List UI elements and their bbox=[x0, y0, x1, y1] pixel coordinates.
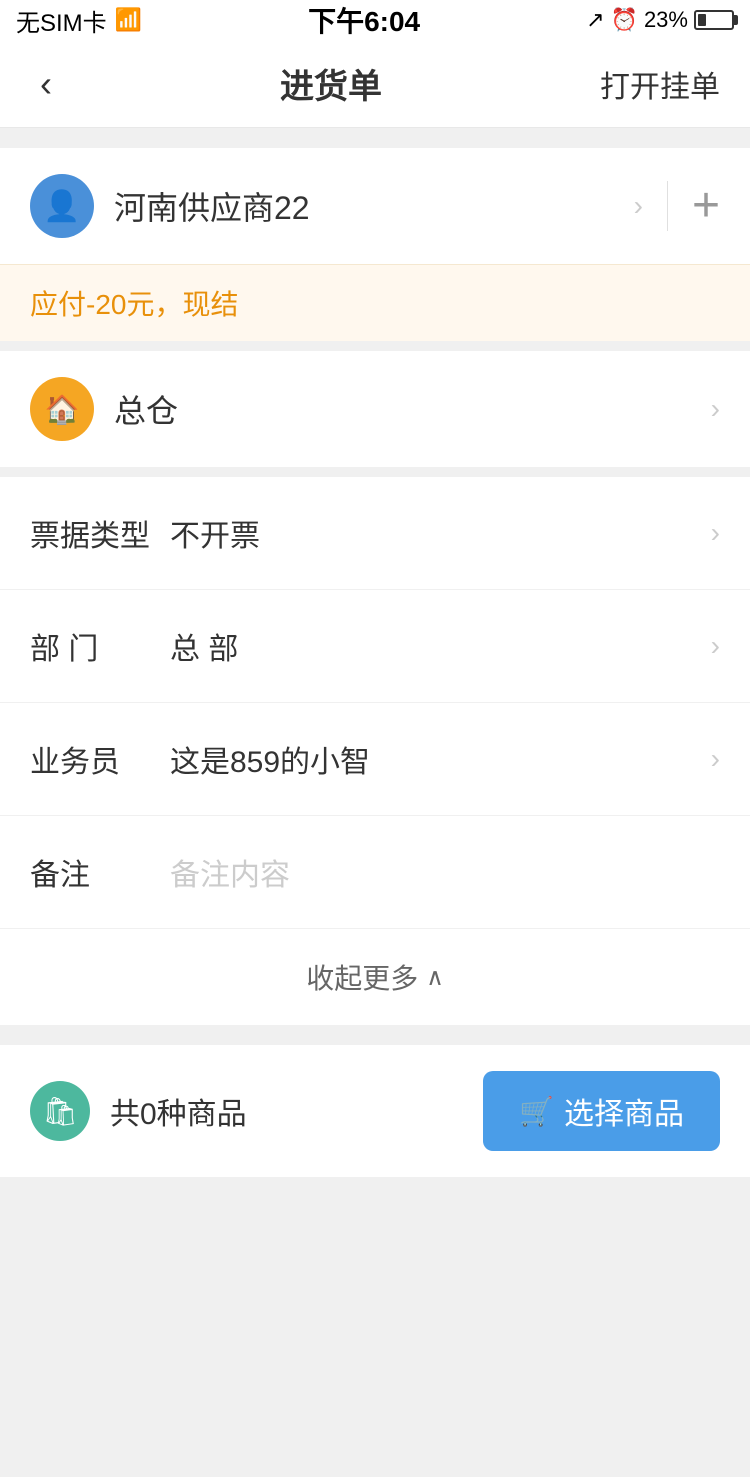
product-count: 共0种商品 bbox=[110, 1089, 247, 1133]
form-section: 票据类型 不开票 › 部 门 总 部 › 业务员 这是859的小智 › 备注 备… bbox=[0, 477, 750, 1025]
alarm-icon: ⏰ bbox=[611, 7, 638, 33]
wifi-icon: 📶 bbox=[115, 7, 142, 33]
invoice-type-label: 票据类型 bbox=[30, 511, 160, 555]
supplier-section: 👤 河南供应商22 › + 应付-20元，现结 bbox=[0, 148, 750, 341]
collapse-label: 收起更多 bbox=[306, 957, 418, 997]
department-label: 部 门 bbox=[30, 624, 160, 668]
collapse-arrow-icon: ∧ bbox=[426, 963, 444, 992]
section-gap-2 bbox=[0, 341, 750, 351]
add-product-icon: 🛒 bbox=[519, 1095, 554, 1128]
person-icon: 👤 bbox=[43, 189, 80, 224]
section-gap-1 bbox=[0, 128, 750, 148]
shopping-bag-icon: 🛍 bbox=[42, 1095, 78, 1128]
page-title: 进货单 bbox=[280, 59, 382, 108]
nav-bar: ‹ 进货单 打开挂单 bbox=[0, 40, 750, 128]
avatar: 👤 bbox=[30, 174, 94, 238]
warehouse-row[interactable]: 🏠 总仓 › bbox=[0, 351, 750, 467]
invoice-type-value: 不开票 bbox=[160, 511, 711, 555]
invoice-type-row[interactable]: 票据类型 不开票 › bbox=[0, 477, 750, 589]
open-pending-button[interactable]: 打开挂单 bbox=[600, 62, 720, 106]
add-button[interactable]: + bbox=[692, 182, 720, 230]
chevron-right-icon: › bbox=[634, 190, 643, 222]
salesperson-value: 这是859的小智 bbox=[160, 737, 711, 781]
warehouse-section: 🏠 总仓 › bbox=[0, 351, 750, 467]
bottom-fill bbox=[0, 1177, 750, 1477]
department-value: 总 部 bbox=[160, 624, 711, 668]
product-left: 🛍 共0种商品 bbox=[30, 1081, 247, 1141]
notice-banner: 应付-20元，现结 bbox=[0, 264, 750, 341]
warehouse-icon-wrap: 🏠 bbox=[30, 377, 94, 441]
remark-input[interactable]: 备注内容 bbox=[160, 850, 720, 894]
status-bar: 无SIM卡 📶 下午6:04 ↗ ⏰ 23% bbox=[0, 0, 750, 40]
chevron-right-icon: › bbox=[711, 393, 720, 425]
salesperson-label: 业务员 bbox=[30, 737, 160, 781]
product-icon-wrap: 🛍 bbox=[30, 1081, 90, 1141]
location-icon: ↗ bbox=[586, 7, 604, 33]
chevron-right-icon: › bbox=[711, 743, 720, 775]
supplier-divider bbox=[667, 181, 668, 231]
remark-row[interactable]: 备注 备注内容 bbox=[0, 815, 750, 928]
status-right: ↗ ⏰ 23% bbox=[586, 7, 734, 33]
home-icon: 🏠 bbox=[45, 393, 80, 426]
notice-text: 应付-20元，现结 bbox=[30, 289, 238, 320]
chevron-right-icon: › bbox=[711, 517, 720, 549]
battery-percent: 23% bbox=[644, 7, 688, 33]
collapse-row[interactable]: 收起更多 ∧ bbox=[0, 928, 750, 1025]
time-display: 下午6:04 bbox=[308, 0, 420, 40]
department-row[interactable]: 部 门 总 部 › bbox=[0, 589, 750, 702]
supplier-name: 河南供应商22 bbox=[114, 183, 634, 229]
chevron-right-icon: › bbox=[711, 630, 720, 662]
carrier-text: 无SIM卡 bbox=[16, 3, 107, 38]
supplier-row[interactable]: 👤 河南供应商22 › + bbox=[0, 148, 750, 264]
select-product-label: 选择商品 bbox=[564, 1089, 684, 1133]
status-left: 无SIM卡 📶 bbox=[16, 3, 142, 38]
section-gap-3 bbox=[0, 467, 750, 477]
product-section: 🛍 共0种商品 🛒 选择商品 bbox=[0, 1045, 750, 1177]
remark-label: 备注 bbox=[30, 850, 160, 894]
battery-icon bbox=[694, 10, 734, 30]
select-product-button[interactable]: 🛒 选择商品 bbox=[483, 1071, 720, 1151]
warehouse-name: 总仓 bbox=[114, 386, 711, 432]
back-button[interactable]: ‹ bbox=[30, 53, 62, 115]
salesperson-row[interactable]: 业务员 这是859的小智 › bbox=[0, 702, 750, 815]
